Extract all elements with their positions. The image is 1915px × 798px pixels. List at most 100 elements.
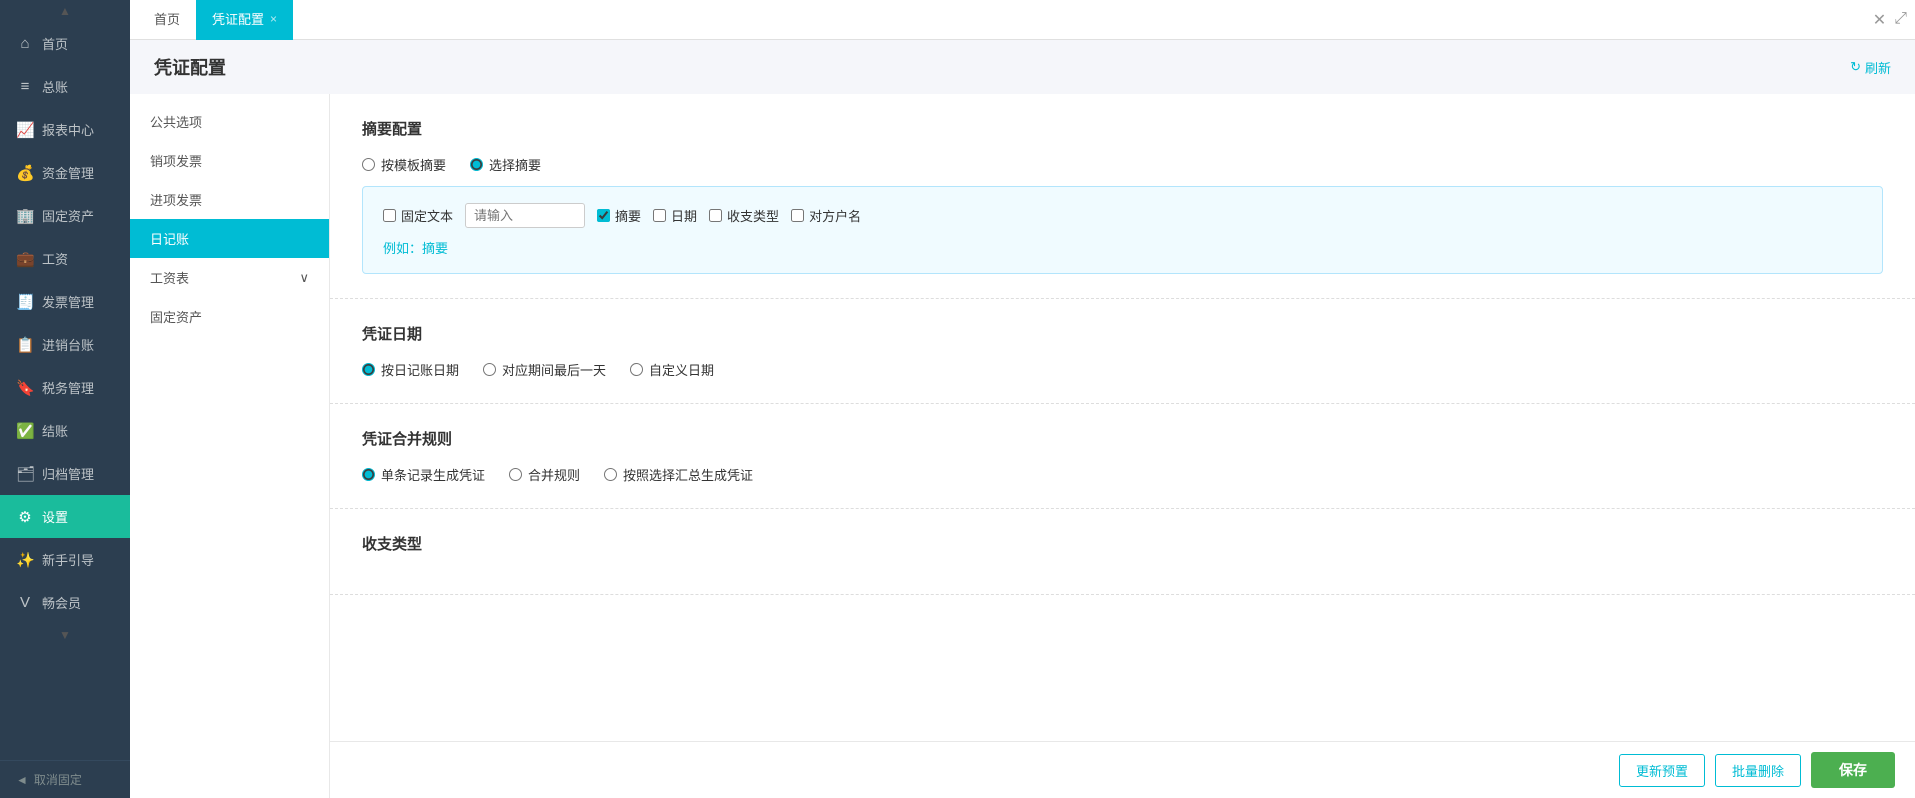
- vip-icon: V: [16, 594, 34, 611]
- voucher-date-section: 凭证日期 按日记账日期 对应期间最后一天 自定义日期: [330, 299, 1915, 404]
- summary-radio-group: 按模板摘要 选择摘要: [362, 155, 1883, 174]
- purchase-sales-icon: 📋: [16, 336, 34, 354]
- guide-icon: ✨: [16, 551, 34, 569]
- page-title: 凭证配置: [154, 54, 226, 80]
- radio-merge-rule[interactable]: 合并规则: [509, 465, 580, 484]
- sidebar-item-home[interactable]: ⌂ 首页: [0, 22, 130, 65]
- radio-select-summary-input[interactable]: [470, 158, 483, 171]
- refresh-button[interactable]: ↻ 刷新: [1850, 58, 1891, 77]
- refresh-icon: ↻: [1850, 59, 1861, 75]
- update-preview-button[interactable]: 更新预置: [1619, 754, 1705, 787]
- checkbox-income-type-input[interactable]: [709, 209, 722, 222]
- summary-config-box: 固定文本 摘要 日期: [362, 186, 1883, 274]
- radio-by-journal-date[interactable]: 按日记账日期: [362, 360, 459, 379]
- checkbox-income-type[interactable]: 收支类型: [709, 206, 779, 225]
- sidebar-item-settings[interactable]: ⚙ 设置: [0, 495, 130, 538]
- voucher-date-title: 凭证日期: [362, 323, 1883, 344]
- sidebar-item-salary[interactable]: 💼 工资: [0, 237, 130, 280]
- sidebar-item-invoice[interactable]: 🧾 发票管理: [0, 280, 130, 323]
- reports-icon: 📈: [16, 121, 34, 139]
- checkbox-fixed-text[interactable]: 固定文本: [383, 206, 453, 225]
- left-nav-payroll[interactable]: 工资表 ∨: [130, 258, 329, 297]
- right-content: 摘要配置 按模板摘要 选择摘要: [330, 94, 1915, 798]
- tab-bar: 首页 凭证配置 × ✕ ⤢: [130, 0, 1915, 40]
- checkbox-date[interactable]: 日期: [653, 206, 697, 225]
- sidebar-item-assets[interactable]: 🏢 固定资产: [0, 194, 130, 237]
- left-nav-public-options[interactable]: 公共选项: [130, 102, 329, 141]
- merge-rule-section: 凭证合并规则 单条记录生成凭证 合并规则 按照选择汇总生成凭证: [330, 404, 1915, 509]
- bottom-action-bar: 更新预置 批量删除 保存: [330, 741, 1915, 798]
- radio-template-summary[interactable]: 按模板摘要: [362, 155, 446, 174]
- sidebar-item-fund[interactable]: 💰 资金管理: [0, 151, 130, 194]
- radio-by-period-last[interactable]: 对应期间最后一天: [483, 360, 606, 379]
- sidebar-scroll-up[interactable]: ▲: [0, 0, 130, 22]
- tab-close-icon[interactable]: ×: [270, 12, 277, 26]
- sidebar-item-checkout[interactable]: ✅ 结账: [0, 409, 130, 452]
- assets-icon: 🏢: [16, 207, 34, 225]
- sidebar-item-purchase-sales[interactable]: 📋 进销台账: [0, 323, 130, 366]
- close-window-icon[interactable]: ✕: [1873, 10, 1886, 30]
- content-area: 凭证配置 ↻ 刷新 公共选项 销项发票 进项发票 日记账: [130, 40, 1915, 798]
- save-button[interactable]: 保存: [1811, 752, 1895, 788]
- radio-template-summary-input[interactable]: [362, 158, 375, 171]
- voucher-date-radio-group: 按日记账日期 对应期间最后一天 自定义日期: [362, 360, 1883, 379]
- page-header: 凭证配置 ↻ 刷新: [130, 40, 1915, 94]
- sidebar-item-ledger[interactable]: ≡ 总账: [0, 65, 130, 108]
- settings-icon: ⚙: [16, 508, 34, 526]
- pin-icon: ◄: [16, 773, 28, 787]
- cancel-fixed-button[interactable]: ◄ 取消固定: [0, 760, 130, 798]
- left-nav-purchase-invoice[interactable]: 进项发票: [130, 180, 329, 219]
- merge-rule-radio-group: 单条记录生成凭证 合并规则 按照选择汇总生成凭证: [362, 465, 1883, 484]
- chevron-down-icon: ∨: [299, 270, 309, 286]
- radio-by-period-last-input[interactable]: [483, 363, 496, 376]
- sidebar-scroll-down[interactable]: ▼: [0, 624, 130, 646]
- ledger-icon: ≡: [16, 78, 34, 95]
- salary-icon: 💼: [16, 250, 34, 268]
- summary-config-title: 摘要配置: [362, 118, 1883, 139]
- sidebar-item-guide[interactable]: ✨ 新手引导: [0, 538, 130, 581]
- sidebar: ▲ ⌂ 首页 ≡ 总账 📈 报表中心 💰 资金管理 🏢 固定资产 💼 工资 🧾 …: [0, 0, 130, 798]
- checkbox-summary-input[interactable]: [597, 209, 610, 222]
- radio-custom-date[interactable]: 自定义日期: [630, 360, 714, 379]
- inner-layout: 公共选项 销项发票 进项发票 日记账 工资表 ∨ 固定资产: [130, 94, 1915, 798]
- sidebar-item-vip[interactable]: V 畅会员: [0, 581, 130, 624]
- tab-controls: ✕ ⤢: [1873, 10, 1907, 30]
- radio-by-select-summary[interactable]: 按照选择汇总生成凭证: [604, 465, 753, 484]
- merge-rule-title: 凭证合并规则: [362, 428, 1883, 449]
- tab-voucher-config[interactable]: 凭证配置 ×: [196, 0, 293, 40]
- main-area: 首页 凭证配置 × ✕ ⤢ 凭证配置 ↻ 刷新 公共选项: [130, 0, 1915, 798]
- radio-single-record[interactable]: 单条记录生成凭证: [362, 465, 485, 484]
- batch-delete-button[interactable]: 批量删除: [1715, 754, 1801, 787]
- radio-by-select-summary-input[interactable]: [604, 468, 617, 481]
- radio-by-journal-date-input[interactable]: [362, 363, 375, 376]
- resize-window-icon[interactable]: ⤢: [1894, 10, 1907, 30]
- example-text: 例如：摘要: [383, 238, 1862, 257]
- sidebar-item-tax[interactable]: 🔖 税务管理: [0, 366, 130, 409]
- checkbox-fixed-text-input[interactable]: [383, 209, 396, 222]
- checkout-icon: ✅: [16, 422, 34, 440]
- radio-select-summary[interactable]: 选择摘要: [470, 155, 541, 174]
- sidebar-item-archive[interactable]: 🗂 归档管理: [0, 452, 130, 495]
- sidebar-item-reports[interactable]: 📈 报表中心: [0, 108, 130, 151]
- summary-row: 固定文本 摘要 日期: [383, 203, 1862, 228]
- radio-single-record-input[interactable]: [362, 468, 375, 481]
- invoice-icon: 🧾: [16, 293, 34, 311]
- radio-merge-rule-input[interactable]: [509, 468, 522, 481]
- fixed-text-input[interactable]: [465, 203, 585, 228]
- left-nav-sales-invoice[interactable]: 销项发票: [130, 141, 329, 180]
- left-nav: 公共选项 销项发票 进项发票 日记账 工资表 ∨ 固定资产: [130, 94, 330, 798]
- checkbox-counterpart-input[interactable]: [791, 209, 804, 222]
- summary-config-section: 摘要配置 按模板摘要 选择摘要: [330, 94, 1915, 299]
- tab-home[interactable]: 首页: [138, 0, 196, 40]
- tax-icon: 🔖: [16, 379, 34, 397]
- fund-icon: 💰: [16, 164, 34, 182]
- left-nav-fixed-assets[interactable]: 固定资产: [130, 297, 329, 336]
- left-nav-journal[interactable]: 日记账: [130, 219, 329, 258]
- checkbox-date-input[interactable]: [653, 209, 666, 222]
- home-icon: ⌂: [16, 35, 34, 52]
- income-expense-section: 收支类型: [330, 509, 1915, 595]
- income-expense-title: 收支类型: [362, 533, 1883, 554]
- checkbox-summary[interactable]: 摘要: [597, 206, 641, 225]
- checkbox-counterpart[interactable]: 对方户名: [791, 206, 861, 225]
- radio-custom-date-input[interactable]: [630, 363, 643, 376]
